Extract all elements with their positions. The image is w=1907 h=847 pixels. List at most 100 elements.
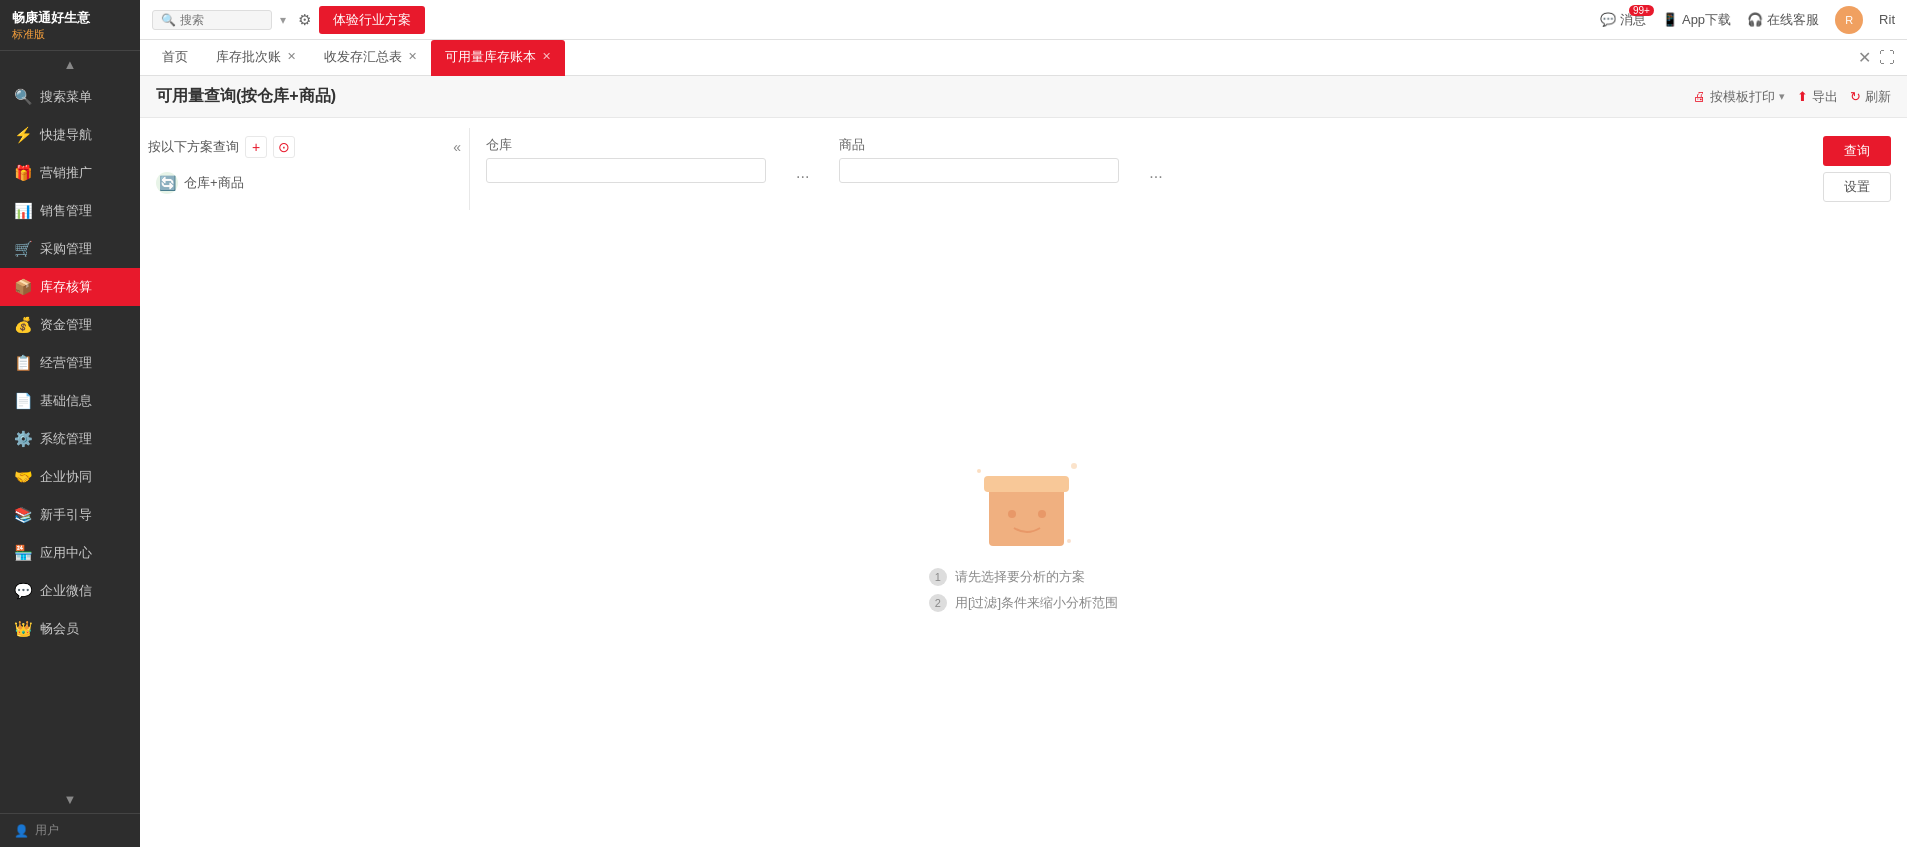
sidebar-item-label: 快捷导航: [40, 126, 92, 144]
query-filters: 仓库 ··· 商品 ···: [470, 128, 1807, 210]
username-label: Rit: [1879, 12, 1895, 27]
print-icon: 🖨: [1693, 89, 1706, 104]
tab-available-close-icon[interactable]: ✕: [542, 50, 551, 63]
refresh-button[interactable]: ↻ 刷新: [1850, 88, 1891, 106]
sidebar-item-appstore[interactable]: 🏪 应用中心: [0, 534, 140, 572]
tab-home[interactable]: 首页: [148, 40, 202, 76]
sidebar-item-label: 经营管理: [40, 354, 92, 372]
tab-summary[interactable]: 收发存汇总表 ✕: [310, 40, 431, 76]
empty-state: 1 请先选择要分析的方案 2 用[过滤]条件来缩小分析范围: [140, 220, 1907, 847]
svg-rect-1: [984, 476, 1069, 492]
page-header: 可用量查询(按仓库+商品) 🖨 按模板打印 ▾ ⬆ 导出 ↻ 刷新: [140, 76, 1907, 118]
operation-icon: 📋: [14, 354, 32, 372]
sidebar-item-label: 企业协同: [40, 468, 92, 486]
sidebar-item-guide[interactable]: 📚 新手引导: [0, 496, 140, 534]
sidebar-user-bottom[interactable]: 👤 用户: [0, 813, 140, 847]
sidebar-item-label: 企业微信: [40, 582, 92, 600]
more-filters-icon[interactable]: ···: [790, 164, 815, 190]
svg-point-2: [1008, 510, 1016, 518]
headset-icon: 🎧: [1747, 12, 1763, 27]
refresh-label: 刷新: [1865, 88, 1891, 106]
scheme-item-warehouse-goods[interactable]: 🔄 仓库+商品: [148, 166, 461, 200]
user-avatar-small: 👤: [14, 824, 29, 838]
avatar: R: [1835, 6, 1863, 34]
app-version: 标准版: [12, 27, 128, 42]
tabs-expand-button[interactable]: ⛶: [1875, 49, 1899, 67]
tab-available-label: 可用量库存账本: [445, 48, 536, 66]
search-icon: 🔍: [14, 88, 32, 106]
tab-summary-close-icon[interactable]: ✕: [408, 50, 417, 63]
section-label: 按以下方案查询: [148, 138, 239, 156]
page-actions: 🖨 按模板打印 ▾ ⬆ 导出 ↻ 刷新: [1693, 88, 1891, 106]
member-icon: 👑: [14, 620, 32, 638]
sidebar-item-cooperation[interactable]: 🤝 企业协同: [0, 458, 140, 496]
svg-rect-0: [989, 486, 1064, 546]
print-template-button[interactable]: 🖨 按模板打印 ▾: [1693, 88, 1785, 106]
hint-1: 1 请先选择要分析的方案: [929, 568, 1118, 586]
sidebar-item-purchase[interactable]: 🛒 采购管理: [0, 230, 140, 268]
tab-batch-close-icon[interactable]: ✕: [287, 50, 296, 63]
sidebar-item-label: 采购管理: [40, 240, 92, 258]
sidebar-item-wechat[interactable]: 💬 企业微信: [0, 572, 140, 610]
search-input[interactable]: [180, 13, 250, 27]
tab-available[interactable]: 可用量库存账本 ✕: [431, 40, 565, 76]
sidebar-scroll-down[interactable]: ▼: [0, 786, 140, 813]
sidebar-item-label: 销售管理: [40, 202, 92, 220]
message-button[interactable]: 💬 消息 99+: [1600, 11, 1646, 29]
sidebar-username: 用户: [35, 822, 59, 839]
sidebar-scroll-up[interactable]: ▲: [0, 51, 140, 78]
guide-icon: 📚: [14, 506, 32, 524]
hint-number-2: 2: [929, 594, 947, 612]
warehouse-input[interactable]: [486, 158, 766, 183]
finance-icon: 💰: [14, 316, 32, 334]
query-scheme-sidebar: 按以下方案查询 + ⊙ « 🔄 仓库+商品: [140, 128, 470, 210]
query-button[interactable]: 查询: [1823, 136, 1891, 166]
phone-icon: 📱: [1662, 12, 1678, 27]
query-section: 按以下方案查询 + ⊙ « 🔄 仓库+商品 仓库 ··· 商品: [140, 118, 1907, 220]
sidebar-item-finance[interactable]: 💰 资金管理: [0, 306, 140, 344]
sidebar-item-inventory[interactable]: 📦 库存核算: [0, 268, 140, 306]
export-icon: ⬆: [1797, 89, 1808, 104]
sales-icon: 📊: [14, 202, 32, 220]
sidebar: 畅康通好生意 标准版 ▲ 🔍 搜索菜单 ⚡ 快捷导航 🎁 营销推广 📊 销售管理…: [0, 0, 140, 847]
sidebar-item-member[interactable]: 👑 畅会员: [0, 610, 140, 648]
settings-gear-icon[interactable]: ⚙: [298, 11, 311, 29]
sidebar-item-system[interactable]: ⚙️ 系统管理: [0, 420, 140, 458]
tabs-close-button[interactable]: ✕: [1854, 48, 1875, 67]
sidebar-item-search[interactable]: 🔍 搜索菜单: [0, 78, 140, 116]
online-service-label: 在线客服: [1767, 11, 1819, 29]
export-button[interactable]: ⬆ 导出: [1797, 88, 1838, 106]
more-goods-filters-icon[interactable]: ···: [1143, 164, 1168, 190]
sidebar-item-marketing[interactable]: 🎁 营销推广: [0, 154, 140, 192]
tab-batch[interactable]: 库存批次账 ✕: [202, 40, 310, 76]
sidebar-item-basic[interactable]: 📄 基础信息: [0, 382, 140, 420]
collapse-sidebar-button[interactable]: «: [453, 139, 461, 155]
sidebar-item-label: 畅会员: [40, 620, 79, 638]
tab-batch-label: 库存批次账: [216, 48, 281, 66]
print-label: 按模板打印: [1710, 88, 1775, 106]
online-service-button[interactable]: 🎧 在线客服: [1747, 11, 1819, 29]
app-download-button[interactable]: 📱 App下载: [1662, 11, 1731, 29]
hint-text-2: 用[过滤]条件来缩小分析范围: [955, 594, 1118, 612]
scheme-settings-button[interactable]: ⊙: [273, 136, 295, 158]
add-scheme-button[interactable]: +: [245, 136, 267, 158]
industry-solution-button[interactable]: 体验行业方案: [319, 6, 425, 34]
empty-illustration-svg: [974, 456, 1084, 556]
settings-button[interactable]: 设置: [1823, 172, 1891, 202]
query-sidebar-header: 按以下方案查询 + ⊙ «: [148, 136, 461, 158]
appstore-icon: 🏪: [14, 544, 32, 562]
sidebar-item-label: 新手引导: [40, 506, 92, 524]
goods-input[interactable]: [839, 158, 1119, 183]
hint-text-1: 请先选择要分析的方案: [955, 568, 1085, 586]
sidebar-item-sales[interactable]: 📊 销售管理: [0, 192, 140, 230]
sidebar-item-label: 库存核算: [40, 278, 92, 296]
hint-2: 2 用[过滤]条件来缩小分析范围: [929, 594, 1118, 612]
export-label: 导出: [1812, 88, 1838, 106]
sidebar-item-operation[interactable]: 📋 经营管理: [0, 344, 140, 382]
cooperation-icon: 🤝: [14, 468, 32, 486]
dropdown-chevron-icon[interactable]: ▾: [280, 13, 286, 27]
topbar-search-box[interactable]: 🔍: [152, 10, 272, 30]
topbar: 🔍 ▾ ⚙ 体验行业方案 💬 消息 99+ 📱 App下载 🎧 在线客服 R R…: [140, 0, 1907, 40]
print-chevron-icon[interactable]: ▾: [1779, 90, 1785, 103]
sidebar-item-shortcut[interactable]: ⚡ 快捷导航: [0, 116, 140, 154]
